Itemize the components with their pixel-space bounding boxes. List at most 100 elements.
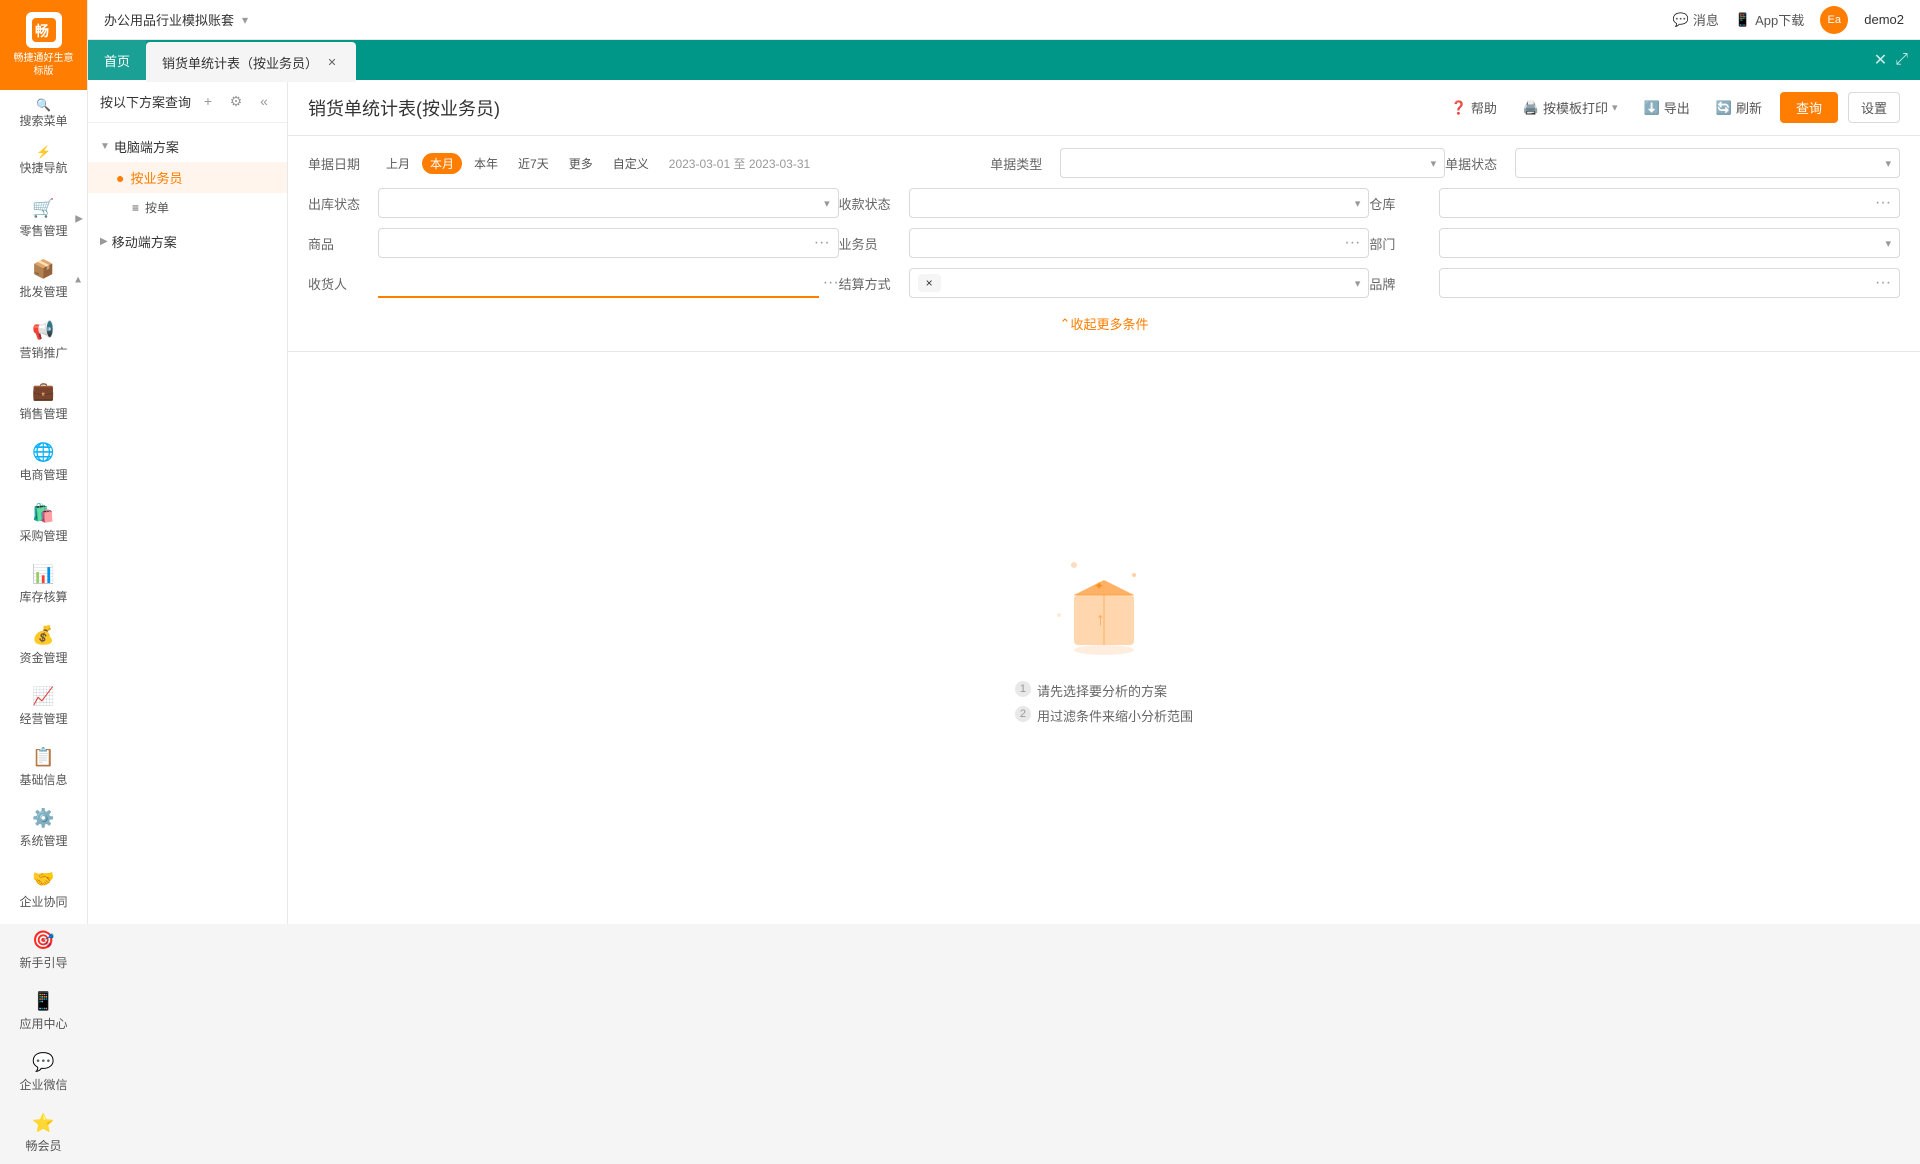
tab-home[interactable]: 首页 [88,40,146,80]
settings-button[interactable]: 设置 [1848,92,1900,123]
export-button[interactable]: ⬇️ 导出 [1636,94,1698,121]
home-tab-label: 首页 [104,51,130,70]
tree-group-pc-label: 电脑端方案 [114,137,179,156]
receiver-input[interactable] [378,268,819,298]
sidebar-item-wholesale[interactable]: 📦 批发管理 ▲ [0,249,87,310]
export-label: 导出 [1664,98,1690,117]
sidebar-item-operations[interactable]: 📈 经营管理 [0,676,87,737]
date-tab-more[interactable]: 更多 [561,153,601,174]
receipt-status-select[interactable]: ▾ [909,188,1370,218]
sidebar-item-sales[interactable]: 💼 销售管理 [0,371,87,432]
tree-item-by-salesman[interactable]: ● 按业务员 [88,162,287,193]
warehouse-label: 仓库 [1369,194,1439,213]
warehouse-dots-icon[interactable]: ··· [1875,194,1891,212]
out-status-select[interactable]: ▾ [378,188,839,218]
workspace-dropdown[interactable]: ▾ [242,13,248,27]
close-window-icon[interactable]: ✕ [1874,50,1887,70]
receiver-label: 收货人 [308,274,378,293]
app-icon: 📱 [1735,12,1751,28]
receiver-dots-icon[interactable]: ··· [823,274,839,292]
tab-close-icon[interactable]: ✕ [324,54,340,70]
filter-row-4: 收货人 ··· 结算方式 × ▾ 品牌 [308,268,1900,298]
sidebar-item-system[interactable]: ⚙️ 系统管理 [0,798,87,859]
date-tab-last-month[interactable]: 上月 [378,153,418,174]
date-range-display: 2023-03-01 至 2023-03-31 [669,155,810,172]
date-tab-this-month[interactable]: 本月 [422,153,462,174]
sidebar-item-shortcut[interactable]: ⚡ 快捷导航 [0,137,87,184]
filter-field-settlement: 结算方式 × ▾ [839,268,1370,298]
product-select[interactable]: ··· [378,228,839,258]
scheme-settings-button[interactable]: ⚙ [225,90,247,112]
sidebar-item-label: 基础信息 [19,771,67,788]
salesman-select[interactable]: ··· [909,228,1370,258]
print-icon: 🖨️ [1523,100,1539,116]
brand-dots-icon[interactable]: ··· [1875,274,1891,292]
sidebar-item-label: 电商管理 [19,466,67,483]
tree-group-pc-header[interactable]: ▼ 电脑端方案 [88,131,287,162]
brand-select[interactable]: ··· [1439,268,1900,298]
query-button[interactable]: 查询 [1780,92,1838,123]
date-tab-this-year[interactable]: 本年 [466,153,506,174]
date-picker-group: 上月 本月 本年 近7天 更多 自定义 2023-03-01 至 2023-03… [378,153,990,174]
product-dots-icon[interactable]: ··· [814,234,830,252]
app-download-button[interactable]: 📱 App下载 [1735,10,1804,29]
search-icon: 🔍 [36,98,51,112]
help-icon: ❓ [1451,100,1467,116]
topbar-right: 💬 消息 📱 App下载 Ea demo2 [1673,6,1904,34]
sidebar-item-marketing[interactable]: 📢 营销推广 [0,310,87,371]
right-panel: 销货单统计表(按业务员) ❓ 帮助 🖨️ 按模板打印 ▾ ⬇️ [288,80,1920,924]
sidebar-item-newbie[interactable]: 🎯 新手引导 [0,920,87,981]
sidebar-item-finance[interactable]: 💰 资金管理 [0,615,87,676]
sidebar-item-inventory[interactable]: 📊 库存核算 [0,554,87,615]
filter-row-3: 商品 ··· 业务员 ··· 部门 [308,228,1900,258]
sidebar-item-label: 搜索菜单 [19,112,67,129]
help-label: 帮助 [1471,98,1497,117]
order-status-select[interactable]: ▾ [1515,148,1900,178]
filter-field-date: 单据日期 上月 本月 本年 近7天 更多 自定义 2023-03-01 至 20… [308,153,990,174]
ecommerce-icon: 🌐 [32,442,54,463]
sidebar-item-appstore[interactable]: 📱 应用中心 [0,981,87,1042]
collapse-label: 收起更多条件 [1070,314,1148,333]
tab-report[interactable]: 销货单统计表（按业务员） ✕ [146,42,356,82]
add-scheme-button[interactable]: + [197,90,219,112]
message-button[interactable]: 💬 消息 [1673,10,1719,29]
sidebar-item-ecommerce[interactable]: 🌐 电商管理 [0,432,87,493]
chevron-down-icon: ▾ [1431,157,1437,170]
settlement-select[interactable]: × ▾ [909,268,1370,298]
refresh-button[interactable]: 🔄 刷新 [1708,94,1770,121]
tree-item-by-order[interactable]: ≡ 按单 [88,193,287,222]
logo[interactable]: 畅 畅捷通好生意标版 [0,0,87,90]
sidebar-item-enterprise[interactable]: 🤝 企业协同 [0,859,87,920]
avatar[interactable]: Ea [1820,6,1848,34]
sidebar-item-wechat[interactable]: 💬 企业微信 [0,1042,87,1103]
date-tab-custom[interactable]: 自定义 [605,153,657,174]
out-status-label: 出库状态 [308,194,378,213]
collapse-panel-button[interactable]: « [253,90,275,112]
basic-icon: 📋 [32,747,54,768]
tree-arrow-down-icon: ▼ [100,141,110,152]
operations-icon: 📈 [32,686,54,707]
tree-group-mobile-header[interactable]: ▶ 移动端方案 [88,226,287,257]
enterprise-icon: 🤝 [32,869,54,890]
expand-window-icon[interactable]: ⤢ [1895,51,1908,69]
help-button[interactable]: ❓ 帮助 [1443,94,1505,121]
dept-select[interactable]: ▾ [1439,228,1900,258]
settlement-tag: × [918,274,941,292]
sidebar-item-label: 零售管理 [19,222,67,239]
collapse-filter-button[interactable]: ⌃ 收起更多条件 [308,308,1900,339]
sidebar-item-basic[interactable]: 📋 基础信息 [0,737,87,798]
order-scheme-icon: ≡ [132,201,139,215]
order-type-select[interactable]: ▾ [1060,148,1445,178]
salesman-dots-icon[interactable]: ··· [1344,234,1360,252]
sidebar-item-purchase[interactable]: 🛍️ 采购管理 [0,493,87,554]
print-button[interactable]: 🖨️ 按模板打印 ▾ [1515,94,1626,121]
marketing-icon: 📢 [32,320,54,341]
export-icon: ⬇️ [1644,100,1660,116]
topbar: 办公用品行业模拟账套 ▾ 💬 消息 📱 App下载 Ea demo2 [88,0,1920,40]
warehouse-select[interactable]: ··· [1439,188,1900,218]
date-tab-7days[interactable]: 近7天 [510,153,557,174]
wechat-icon: 💬 [32,1052,54,1073]
sidebar-item-search[interactable]: 🔍 搜索菜单 [0,90,87,137]
sidebar-item-retail[interactable]: 🛒 零售管理 ▶ [0,188,87,249]
sidebar-item-membership[interactable]: ⭐ 畅会员 [0,1103,87,1164]
